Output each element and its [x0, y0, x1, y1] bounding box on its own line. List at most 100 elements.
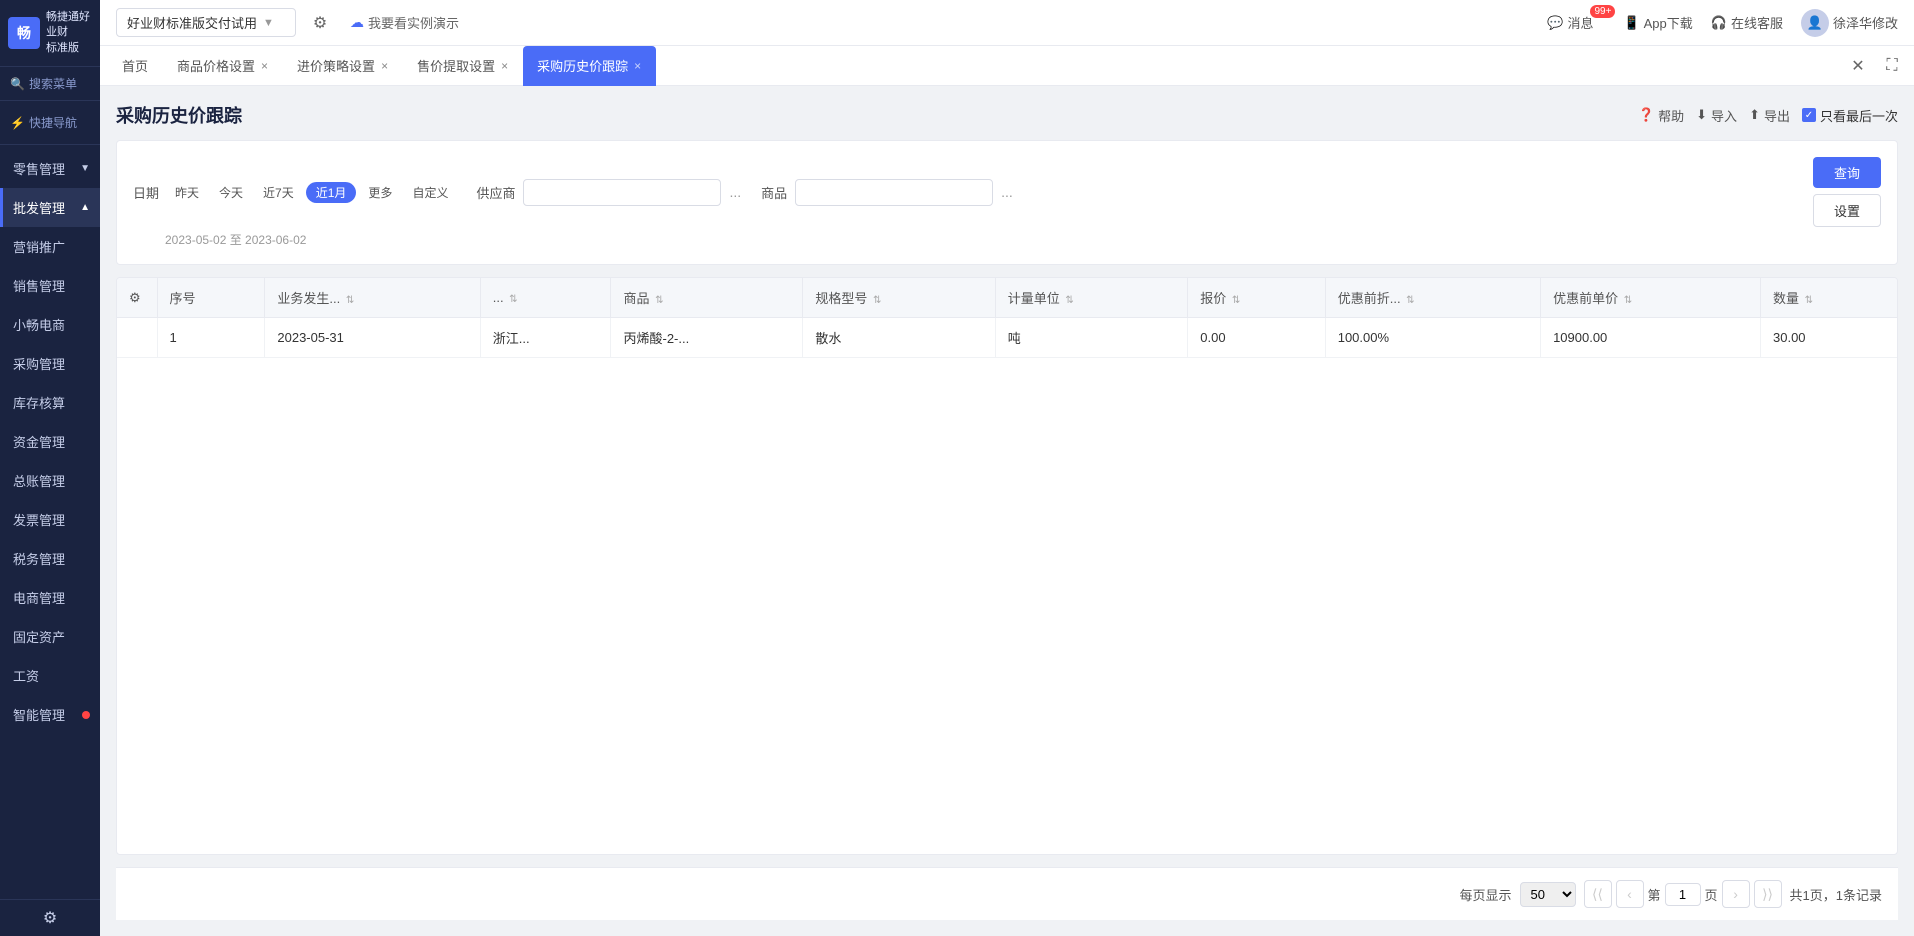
- customer-service-button[interactable]: 🎧 在线客服: [1711, 13, 1783, 32]
- tab-3[interactable]: 售价提取设置 ×: [403, 46, 523, 86]
- col-qty[interactable]: 数量 ⇅: [1761, 278, 1898, 318]
- filter-row: 日期 昨天今天近7天近1月更多自定义 供应商 ... 商品 ... 查询 设置: [133, 157, 1881, 227]
- sidebar-item-1[interactable]: 批发管理▲: [0, 188, 100, 227]
- filter-actions: 查询 设置: [1813, 157, 1881, 227]
- sidebar-item-11[interactable]: 电商管理: [0, 578, 100, 617]
- demo-link[interactable]: ☁ 我要看实例演示: [350, 13, 459, 32]
- goods-label: 商品: [761, 183, 787, 202]
- tab-0[interactable]: 首页: [108, 46, 163, 86]
- sidebar-item-label: 税务管理: [13, 549, 65, 568]
- user-button[interactable]: 👤 徐泽华修改: [1801, 9, 1898, 37]
- sidebar-item-2[interactable]: 营销推广: [0, 227, 100, 266]
- sidebar-search[interactable]: 🔍 搜索菜单: [0, 67, 100, 101]
- supplier-dots[interactable]: ...: [729, 184, 741, 200]
- main-content: 好业财标准版交付试用 ▼ ⚙ ☁ 我要看实例演示 💬 消息 99+ 📱 App下…: [100, 0, 1914, 936]
- tab-label: 采购历史价跟踪: [537, 56, 628, 75]
- close-tab-button[interactable]: ✕: [1844, 52, 1872, 80]
- sidebar-item-3[interactable]: 销售管理: [0, 266, 100, 305]
- tab-close-icon[interactable]: ×: [634, 59, 641, 73]
- sidebar-settings[interactable]: ⚙: [43, 908, 57, 928]
- sidebar-item-0[interactable]: 零售管理▼: [0, 149, 100, 188]
- per-page-label: 每页显示: [1459, 885, 1511, 904]
- col-extra[interactable]: ... ⇅: [480, 278, 611, 318]
- tab-close-icon[interactable]: ×: [501, 59, 508, 73]
- goods-dots[interactable]: ...: [1001, 184, 1013, 200]
- page-title: 采购历史价跟踪: [116, 102, 242, 128]
- sidebar-nav-quick[interactable]: ⚡ 快捷导航: [0, 107, 100, 138]
- cell-extra: 浙江...: [480, 318, 611, 358]
- col-goods[interactable]: 商品 ⇅: [611, 278, 803, 318]
- tab-4[interactable]: 采购历史价跟踪 ×: [523, 46, 656, 86]
- quick-nav-icon: ⚡: [10, 116, 25, 130]
- col-spec[interactable]: 规格型号 ⇅: [803, 278, 995, 318]
- query-button[interactable]: 查询: [1813, 157, 1881, 188]
- import-button[interactable]: ⬇ 导入: [1696, 106, 1737, 125]
- col-discount[interactable]: 优惠前折... ⇅: [1325, 278, 1540, 318]
- topbar-right: 💬 消息 99+ 📱 App下载 🎧 在线客服 👤 徐泽华修改: [1547, 9, 1898, 37]
- sidebar-item-label: 零售管理: [13, 159, 65, 178]
- date-option-昨天[interactable]: 昨天: [167, 182, 207, 203]
- avatar: 👤: [1801, 9, 1829, 37]
- first-page-button[interactable]: ⟨⟨: [1584, 880, 1612, 908]
- col-date[interactable]: 业务发生... ⇅: [265, 278, 480, 318]
- table-row[interactable]: 12023-05-31浙江...丙烯酸-2-...散水吨0.00100.00%1…: [117, 318, 1897, 358]
- sidebar-item-label: 智能管理: [13, 705, 65, 724]
- sort-icon: ⇅: [509, 294, 517, 305]
- tab-close-icon[interactable]: ×: [261, 59, 268, 73]
- sidebar-item-14[interactable]: 智能管理: [0, 695, 100, 734]
- per-page-select[interactable]: 2050100200: [1520, 882, 1576, 907]
- app-download-button[interactable]: 📱 App下载: [1623, 13, 1692, 32]
- sidebar-item-6[interactable]: 库存核算: [0, 383, 100, 422]
- cell-index: [117, 318, 157, 358]
- sidebar-item-10[interactable]: 税务管理: [0, 539, 100, 578]
- tab-2[interactable]: 进价策略设置 ×: [283, 46, 403, 86]
- messages-badge: 99+: [1590, 5, 1615, 18]
- sidebar-menu: 零售管理▼批发管理▲营销推广销售管理小畅电商采购管理库存核算资金管理总账管理发票…: [0, 145, 100, 899]
- sidebar-item-8[interactable]: 总账管理: [0, 461, 100, 500]
- table-settings-icon[interactable]: ⚙: [129, 290, 141, 305]
- tabs-bar: 首页商品价格设置 ×进价策略设置 ×售价提取设置 ×采购历史价跟踪 × ✕ ⛶: [100, 46, 1914, 86]
- next-page-button[interactable]: ›: [1722, 880, 1750, 908]
- tab-label: 售价提取设置: [417, 56, 495, 75]
- sort-icon: ⇅: [1065, 295, 1073, 306]
- sidebar-item-9[interactable]: 发票管理: [0, 500, 100, 539]
- version-selector[interactable]: 好业财标准版交付试用 ▼: [116, 8, 296, 37]
- prev-page-button[interactable]: ‹: [1616, 880, 1644, 908]
- sidebar-quick-nav: ⚡ 快捷导航: [0, 101, 100, 145]
- search-icon: 🔍: [10, 77, 25, 91]
- date-range-display: 2023-05-02 至 2023-06-02: [165, 233, 306, 247]
- sort-icon: ⇅: [1624, 295, 1632, 306]
- messages-button[interactable]: 💬 消息 99+: [1547, 13, 1605, 32]
- date-option-今天[interactable]: 今天: [211, 182, 251, 203]
- cell-seq: 1: [157, 318, 265, 358]
- settings-filter-button[interactable]: 设置: [1813, 194, 1881, 227]
- arrow-icon: ▲: [80, 202, 90, 213]
- sidebar-item-label: 发票管理: [13, 510, 65, 529]
- last-page-button[interactable]: ⟩⟩: [1754, 880, 1782, 908]
- date-option-近7天[interactable]: 近7天: [255, 182, 302, 203]
- sidebar-item-12[interactable]: 固定资产: [0, 617, 100, 656]
- topbar: 好业财标准版交付试用 ▼ ⚙ ☁ 我要看实例演示 💬 消息 99+ 📱 App下…: [100, 0, 1914, 46]
- sidebar-item-7[interactable]: 资金管理: [0, 422, 100, 461]
- export-button[interactable]: ⬆ 导出: [1749, 106, 1790, 125]
- date-option-自定义[interactable]: 自定义: [404, 182, 456, 203]
- expand-tab-button[interactable]: ⛶: [1878, 52, 1906, 80]
- tab-close-icon[interactable]: ×: [381, 59, 388, 73]
- help-button[interactable]: ❓ 帮助: [1638, 106, 1684, 125]
- goods-input[interactable]: [795, 179, 993, 206]
- col-pre_price[interactable]: 优惠前单价 ⇅: [1541, 278, 1761, 318]
- only-last-checkbox[interactable]: ✓ 只看最后一次: [1802, 106, 1898, 125]
- sidebar-item-5[interactable]: 采购管理: [0, 344, 100, 383]
- supplier-input[interactable]: [523, 179, 721, 206]
- tab-1[interactable]: 商品价格设置 ×: [163, 46, 283, 86]
- topbar-settings-button[interactable]: ⚙: [306, 9, 334, 37]
- date-option-更多[interactable]: 更多: [360, 182, 400, 203]
- export-icon: ⬆: [1749, 107, 1760, 123]
- cell-discount: 100.00%: [1325, 318, 1540, 358]
- page-input[interactable]: [1665, 883, 1701, 906]
- sidebar-item-4[interactable]: 小畅电商: [0, 305, 100, 344]
- date-option-近1月[interactable]: 近1月: [306, 182, 357, 203]
- sidebar-item-13[interactable]: 工资: [0, 656, 100, 695]
- col-unit[interactable]: 计量单位 ⇅: [995, 278, 1187, 318]
- col-price[interactable]: 报价 ⇅: [1188, 278, 1325, 318]
